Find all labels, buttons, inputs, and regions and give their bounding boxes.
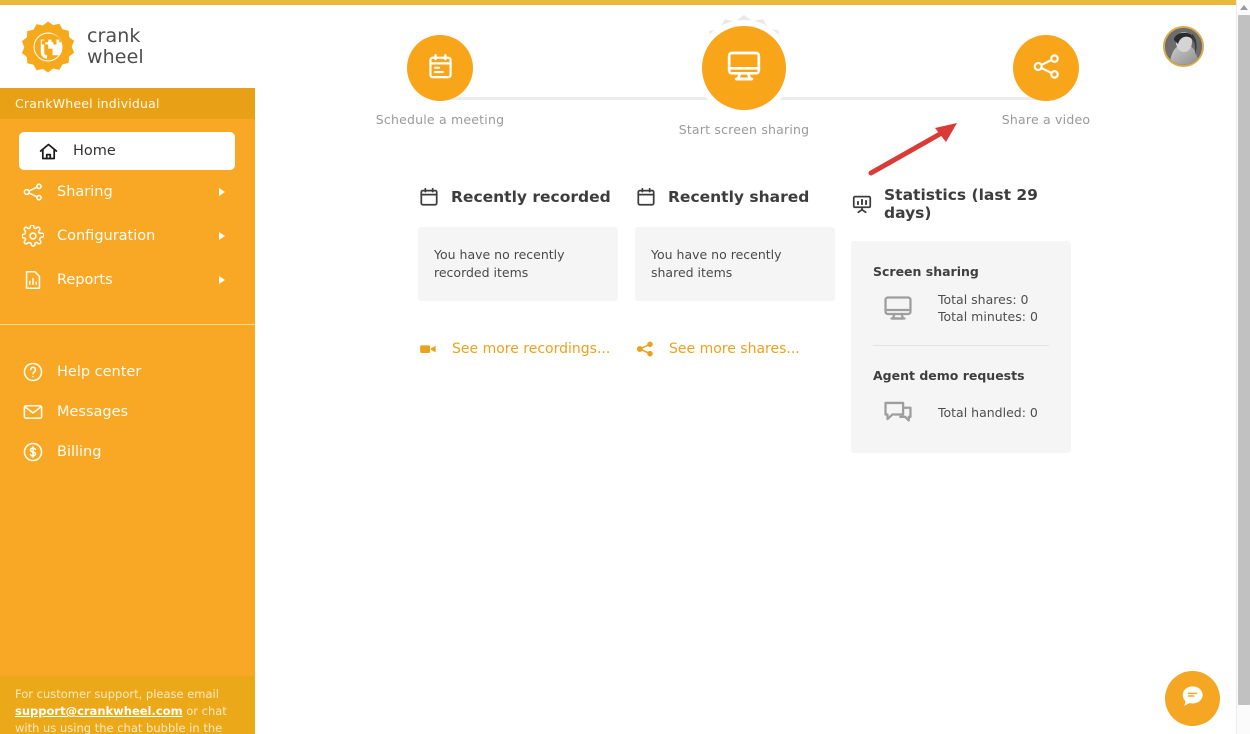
dollar-circle-icon: [20, 439, 46, 465]
see-more-recordings-link[interactable]: See more recordings...: [418, 339, 618, 359]
stat-metric: Total shares: 0: [938, 292, 1029, 307]
stat-group-row: Total handled: 0: [873, 395, 1049, 429]
panel-title: Recently recorded: [451, 188, 611, 206]
sidebar-item-sharing[interactable]: Sharing: [0, 170, 255, 214]
gear-icon: [20, 223, 46, 249]
chat-bubble-button[interactable]: [1165, 671, 1220, 726]
action-label: Start screen sharing: [678, 122, 810, 137]
calendar-icon: [635, 186, 657, 208]
chevron-right-icon: [219, 188, 225, 196]
brand-logo[interactable]: crank wheel: [0, 5, 255, 88]
envelope-icon: [20, 399, 46, 425]
link-label: See more shares...: [669, 341, 800, 357]
presentation-chart-icon: [851, 193, 873, 215]
share-icon: [20, 179, 46, 205]
stat-metric: Total handled: 0: [938, 404, 1038, 420]
question-circle-icon: [20, 359, 46, 385]
account-type-banner: CrankWheel individual: [0, 88, 255, 119]
monitor-icon: [881, 291, 915, 325]
quick-actions-row: Schedule a meeting Start screen sharing …: [255, 5, 1236, 180]
empty-state-message: You have no recently shared items: [635, 227, 835, 301]
panel-statistics: Statistics (last 29 days) Screen sharing: [851, 186, 1071, 453]
sidebar-item-billing[interactable]: Billing: [0, 432, 255, 472]
user-avatar[interactable]: [1163, 26, 1204, 67]
monitor-icon: [724, 46, 764, 90]
stat-group-title: Agent demo requests: [873, 368, 1025, 383]
video-camera-icon: [418, 339, 438, 359]
calendar-icon: [418, 186, 440, 208]
stat-group-row: Total shares: 0 Total minutes: 0: [873, 291, 1049, 325]
sidebar: crank wheel CrankWheel individual Home S…: [0, 5, 255, 734]
sidebar-item-label: Help center: [57, 364, 142, 380]
home-icon: [35, 138, 61, 164]
stat-metrics: Total handled: 0: [938, 404, 1038, 421]
sidebar-item-home[interactable]: Home: [19, 132, 235, 170]
panel-title: Statistics (last 29 days): [884, 186, 1038, 222]
action-share-a-video[interactable]: Share a video: [951, 5, 1141, 127]
sidebar-secondary-nav: Help center Messages Billing: [0, 325, 255, 472]
chat-bubble-icon: [1178, 682, 1207, 715]
scrollbar-thumb[interactable]: [1238, 15, 1250, 705]
support-email-link[interactable]: support@crankwheel.com: [15, 704, 183, 718]
main-content: Schedule a meeting Start screen sharing …: [255, 5, 1236, 734]
sidebar-support-footer: For customer support, please email suppo…: [0, 676, 255, 734]
panel-header: Recently shared: [635, 186, 835, 208]
sidebar-item-configuration[interactable]: Configuration: [0, 214, 255, 258]
stat-metric: Total minutes: 0: [938, 309, 1038, 324]
calendar-icon: [425, 51, 456, 86]
see-more-shares-link[interactable]: See more shares...: [635, 339, 835, 359]
sidebar-item-label: Messages: [57, 404, 129, 420]
panel-header: Statistics (last 29 days): [851, 186, 1071, 222]
stat-group-title: Screen sharing: [873, 264, 979, 279]
link-label: See more recordings...: [452, 341, 611, 357]
brand-wordmark: crank wheel: [87, 24, 144, 68]
crankwheel-cog-logo-icon: [20, 19, 76, 75]
empty-state-message: You have no recently recorded items: [418, 227, 618, 301]
chat-bubbles-icon: [881, 395, 915, 429]
sidebar-item-label: Reports: [57, 272, 113, 288]
stat-metrics: Total shares: 0 Total minutes: 0: [938, 291, 1038, 325]
sidebar-item-messages[interactable]: Messages: [0, 392, 255, 432]
report-icon: [20, 267, 46, 293]
caret-up-icon[interactable]: [1239, 2, 1249, 12]
sidebar-item-label: Sharing: [57, 184, 113, 200]
sidebar-item-label: Home: [73, 143, 116, 159]
action-circle-highlighted: [702, 26, 786, 110]
share-nodes-icon: [635, 339, 655, 359]
sidebar-item-help-center[interactable]: Help center: [0, 352, 255, 392]
stat-divider: [873, 345, 1049, 346]
sidebar-item-label: Billing: [57, 444, 102, 460]
avatar-photo-icon: [1165, 28, 1202, 65]
action-schedule-a-meeting[interactable]: Schedule a meeting: [345, 5, 535, 127]
action-circle: [407, 35, 473, 101]
action-label: Schedule a meeting: [375, 112, 505, 127]
chevron-right-icon: [219, 232, 225, 240]
action-start-screen-sharing[interactable]: Start screen sharing: [649, 5, 839, 137]
red-arrow-annotation-icon: [865, 117, 965, 183]
panel-recently-shared: Recently shared You have no recently sha…: [635, 186, 835, 359]
action-circle: [1013, 35, 1079, 101]
share-nodes-icon: [1031, 51, 1062, 86]
panel-recently-recorded: Recently recorded You have no recently r…: [418, 186, 618, 359]
statistics-card: Screen sharing Total shares: 0 Total min…: [851, 241, 1071, 453]
page-scrollbar[interactable]: [1236, 0, 1250, 734]
action-label: Share a video: [1001, 112, 1091, 127]
sidebar-item-reports[interactable]: Reports: [0, 258, 255, 302]
sidebar-primary-nav: Home Sharing Configuration Reports: [0, 119, 255, 320]
panel-title: Recently shared: [668, 188, 810, 206]
support-text-before: For customer support, please email: [15, 687, 219, 701]
account-type-label: CrankWheel individual: [15, 96, 160, 111]
sidebar-item-label: Configuration: [57, 228, 156, 244]
chevron-right-icon: [219, 276, 225, 284]
app-root: crank wheel CrankWheel individual Home S…: [0, 0, 1250, 734]
panel-header: Recently recorded: [418, 186, 618, 208]
